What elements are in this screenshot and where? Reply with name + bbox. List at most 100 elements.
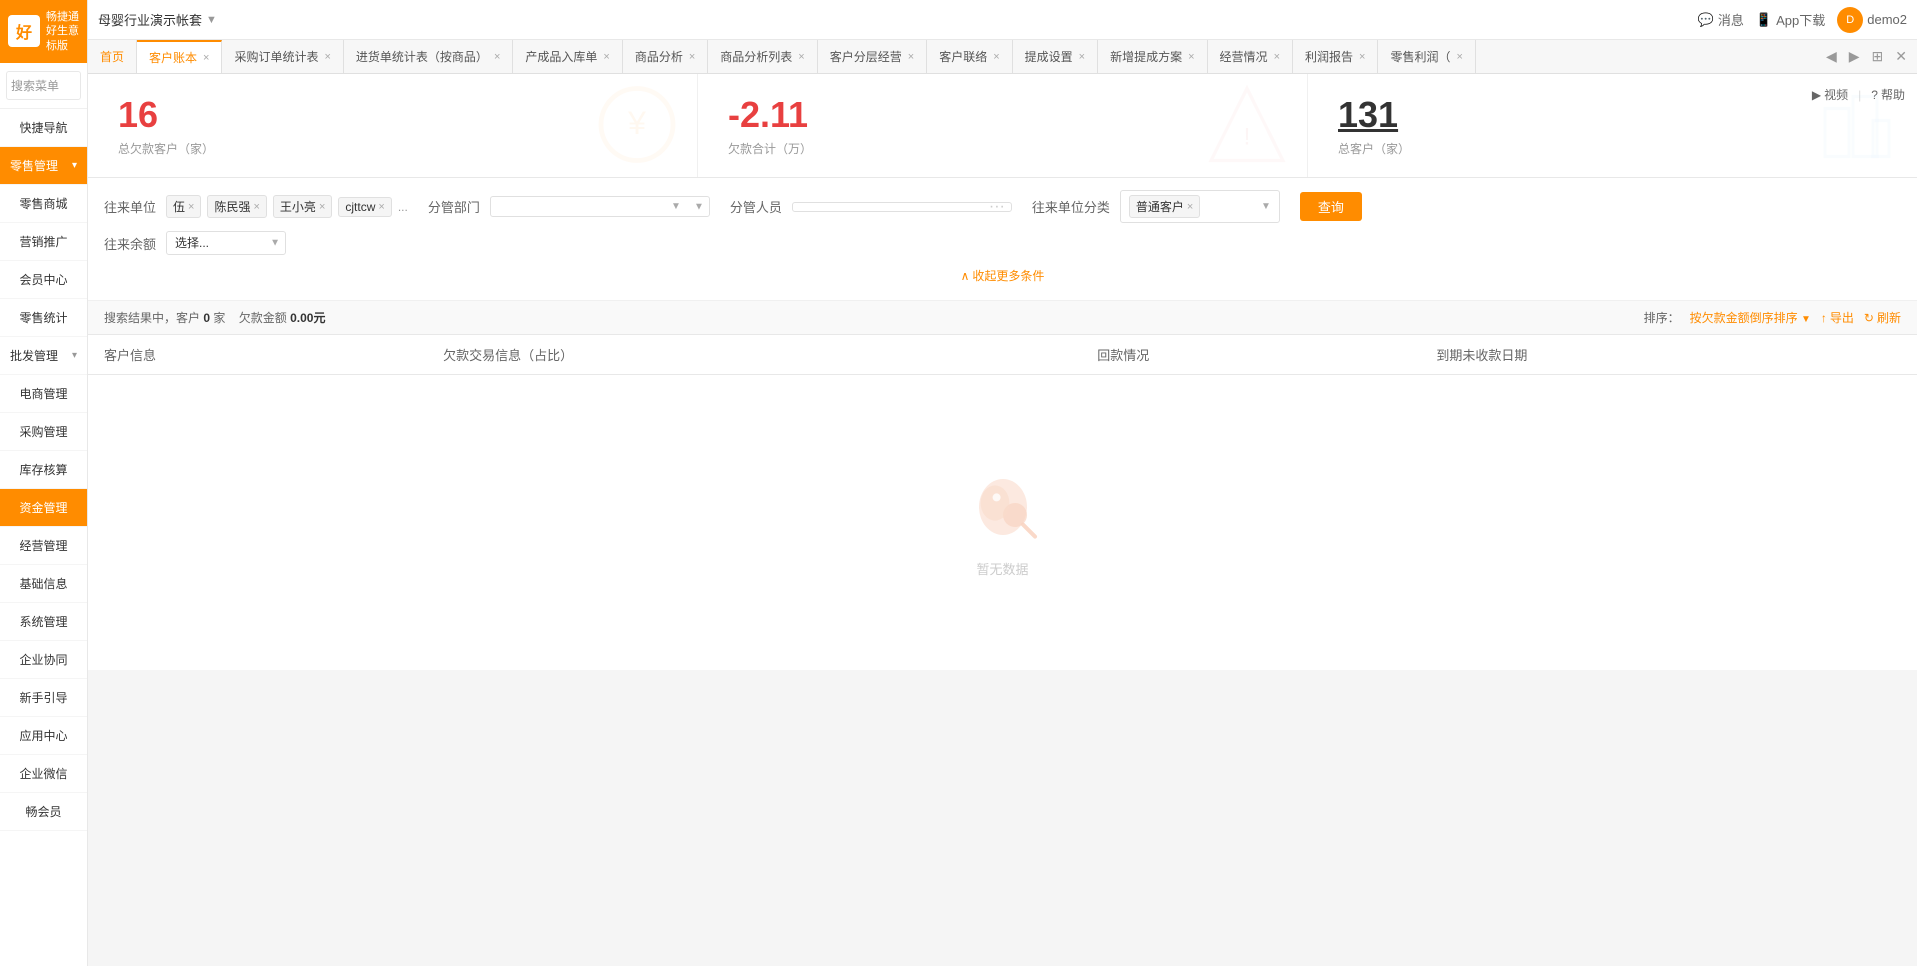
sidebar-item-purchase-mgmt[interactable]: 采购管理: [0, 413, 87, 451]
tab-more-button[interactable]: ⊞: [1868, 46, 1888, 67]
person-select[interactable]: ···: [792, 202, 1012, 212]
company-tag-3[interactable]: cjttcw ×: [338, 197, 391, 217]
sidebar-item-member[interactable]: 畅会员: [0, 793, 87, 831]
stats-row: ▶ 视频 | ? 帮助 ¥: [88, 74, 1917, 178]
page-content: ▶ 视频 | ? 帮助 ¥: [88, 74, 1917, 966]
message-icon: 💬: [1698, 12, 1714, 28]
sidebar-item-finance-mgmt[interactable]: 资金管理: [0, 489, 87, 527]
query-button[interactable]: 查询: [1300, 192, 1362, 221]
chevron-icon: ▾: [72, 160, 77, 171]
tab-close-retail-profit[interactable]: ×: [1456, 51, 1462, 63]
sidebar-item-system-mgmt[interactable]: 系统管理: [0, 603, 87, 641]
tag-close-3[interactable]: ×: [378, 201, 384, 213]
tab-new-improve[interactable]: 新增提成方案 ×: [1098, 40, 1207, 74]
stat-icon-customers: ¥: [597, 84, 677, 167]
tab-close-profit-report[interactable]: ×: [1359, 51, 1365, 63]
sort-select[interactable]: 按欠款金额倒序排序 ▼: [1690, 309, 1811, 326]
account-selector[interactable]: 母婴行业演示帐套 ▼: [98, 10, 217, 29]
sidebar-item-wholesale-mgmt[interactable]: 批发管理 ▾: [0, 337, 87, 375]
app-download-button[interactable]: 📱 App下载: [1756, 10, 1825, 29]
export-button[interactable]: ↑ 导出: [1821, 309, 1854, 326]
sidebar-item-marketing[interactable]: 营销推广: [0, 223, 87, 261]
search-menu-button[interactable]: 搜索菜单: [6, 71, 81, 100]
tag-close-0[interactable]: ×: [188, 201, 194, 213]
dept-select-arrow: ▼: [671, 201, 681, 212]
tab-profit-report[interactable]: 利润报告 ×: [1293, 40, 1378, 74]
tab-close-improve-settings[interactable]: ×: [1079, 51, 1085, 63]
tab-close-customer-layered[interactable]: ×: [908, 51, 914, 63]
tab-close-all-button[interactable]: ✕: [1891, 46, 1911, 67]
stat-card-amount: ! -2.11 欠款合计（万）: [698, 74, 1308, 177]
collapse-button[interactable]: ∧ 收起更多条件: [961, 267, 1045, 284]
sidebar-item-ecommerce-mgmt[interactable]: 电商管理: [0, 375, 87, 413]
refresh-button[interactable]: ↻ 刷新: [1864, 309, 1901, 326]
tag-close-2[interactable]: ×: [319, 201, 325, 213]
tab-accounts[interactable]: 客户账本 ×: [137, 40, 222, 74]
sidebar-item-app-center[interactable]: 应用中心: [0, 717, 87, 755]
col-repayment: 回款情况: [1081, 335, 1420, 375]
tab-close-customer-connect[interactable]: ×: [993, 51, 999, 63]
tab-close-operation[interactable]: ×: [1274, 51, 1280, 63]
chevron-down-icon: ▼: [206, 14, 217, 26]
tag-close-company-type[interactable]: ×: [1187, 201, 1193, 213]
tab-close-accounts[interactable]: ×: [203, 52, 209, 64]
tab-customer-connect[interactable]: 客户联络 ×: [927, 40, 1012, 74]
sidebar-item-member-center[interactable]: 会员中心: [0, 261, 87, 299]
company-type-tag[interactable]: 普通客户 ×: [1129, 195, 1200, 218]
tab-close-product-analysis[interactable]: ×: [689, 51, 695, 63]
sidebar-item-operations-mgmt[interactable]: 经营管理: [0, 527, 87, 565]
company-tag-0[interactable]: 伍 ×: [166, 195, 201, 218]
tab-improve-settings[interactable]: 提成设置 ×: [1013, 40, 1098, 74]
tab-close-purchase-stats[interactable]: ×: [324, 51, 330, 63]
balance-select[interactable]: 选择...: [166, 231, 286, 255]
stat-value-amount: -2.11: [728, 94, 808, 136]
tab-instock-stats[interactable]: 进货单统计表（按商品） ×: [344, 40, 513, 74]
company-tag-2[interactable]: 王小亮 ×: [273, 195, 332, 218]
messages-button[interactable]: 💬 消息: [1698, 10, 1744, 29]
sidebar-item-quicknav[interactable]: 快捷导航: [0, 109, 87, 147]
main-area: 母婴行业演示帐套 ▼ 💬 消息 📱 App下载 D demo2 首页 客户账本: [88, 0, 1917, 966]
tab-next-button[interactable]: ▶: [1845, 46, 1864, 67]
empty-state: 暂无数据: [104, 387, 1901, 658]
col-debt-info: 欠款交易信息（占比）: [427, 335, 1081, 375]
avatar-icon: D: [1837, 7, 1863, 33]
tab-product-stock[interactable]: 产成品入库单 ×: [513, 40, 622, 74]
sidebar-item-retail-stats[interactable]: 零售统计: [0, 299, 87, 337]
topbar-left: 母婴行业演示帐套 ▼: [98, 10, 217, 29]
sidebar-item-basic-info[interactable]: 基础信息: [0, 565, 87, 603]
sidebar-item-new-guide[interactable]: 新手引导: [0, 679, 87, 717]
person-dots-icon: ···: [989, 198, 1005, 216]
user-avatar[interactable]: D demo2: [1837, 7, 1907, 33]
tab-prev-button[interactable]: ◀: [1822, 46, 1841, 67]
tab-home[interactable]: 首页: [88, 40, 137, 74]
company-filter-tags: 伍 × 陈民强 × 王小亮 × cjttcw ×: [166, 195, 408, 218]
tab-operation[interactable]: 经营情况 ×: [1208, 40, 1293, 74]
tab-purchase-stats[interactable]: 采购订单统计表 ×: [222, 40, 343, 74]
download-icon: 📱: [1756, 12, 1772, 28]
tab-close-product-analysis-list[interactable]: ×: [798, 51, 804, 63]
page-body: ▶ 视频 | ? 帮助 ¥: [88, 74, 1917, 671]
tab-close-instock-stats[interactable]: ×: [494, 51, 500, 63]
sidebar-item-retail-mgmt[interactable]: 零售管理 ▾: [0, 147, 87, 185]
company-type-select[interactable]: 普通客户 × ▼: [1120, 190, 1280, 223]
dept-select[interactable]: ▼: [490, 196, 710, 217]
sidebar-item-enterprise-wechat[interactable]: 企业微信: [0, 755, 87, 793]
tab-close-new-improve[interactable]: ×: [1188, 51, 1194, 63]
result-bar: 搜索结果中，客户 0 家 欠款金额 0.00元 排序： 按欠款金额倒序排序 ▼: [88, 301, 1917, 335]
data-table: 客户信息 欠款交易信息（占比） 回款情况 到期未收款日期: [88, 335, 1917, 671]
tag-close-1[interactable]: ×: [253, 201, 259, 213]
tab-product-analysis[interactable]: 商品分析 ×: [623, 40, 708, 74]
sidebar-item-retail-mall[interactable]: 零售商城: [0, 185, 87, 223]
sort-arrow-icon: ▼: [1801, 314, 1811, 325]
sidebar-item-enterprise-coop[interactable]: 企业协同: [0, 641, 87, 679]
tab-customer-layered[interactable]: 客户分层经营 ×: [818, 40, 927, 74]
result-bar-right: 排序： 按欠款金额倒序排序 ▼ ↑ 导出 ↻ 刷新: [1644, 309, 1901, 326]
tab-retail-profit[interactable]: 零售利润（ ×: [1378, 40, 1475, 74]
tab-product-analysis-list[interactable]: 商品分析列表 ×: [708, 40, 817, 74]
table-header-row: 客户信息 欠款交易信息（占比） 回款情况 到期未收款日期: [88, 335, 1917, 375]
tab-close-product-stock[interactable]: ×: [603, 51, 609, 63]
company-tag-1[interactable]: 陈民强 ×: [207, 195, 266, 218]
sidebar-item-inventory[interactable]: 库存核算: [0, 451, 87, 489]
topbar: 母婴行业演示帐套 ▼ 💬 消息 📱 App下载 D demo2: [88, 0, 1917, 40]
company-tags-more[interactable]: ...: [398, 200, 408, 214]
